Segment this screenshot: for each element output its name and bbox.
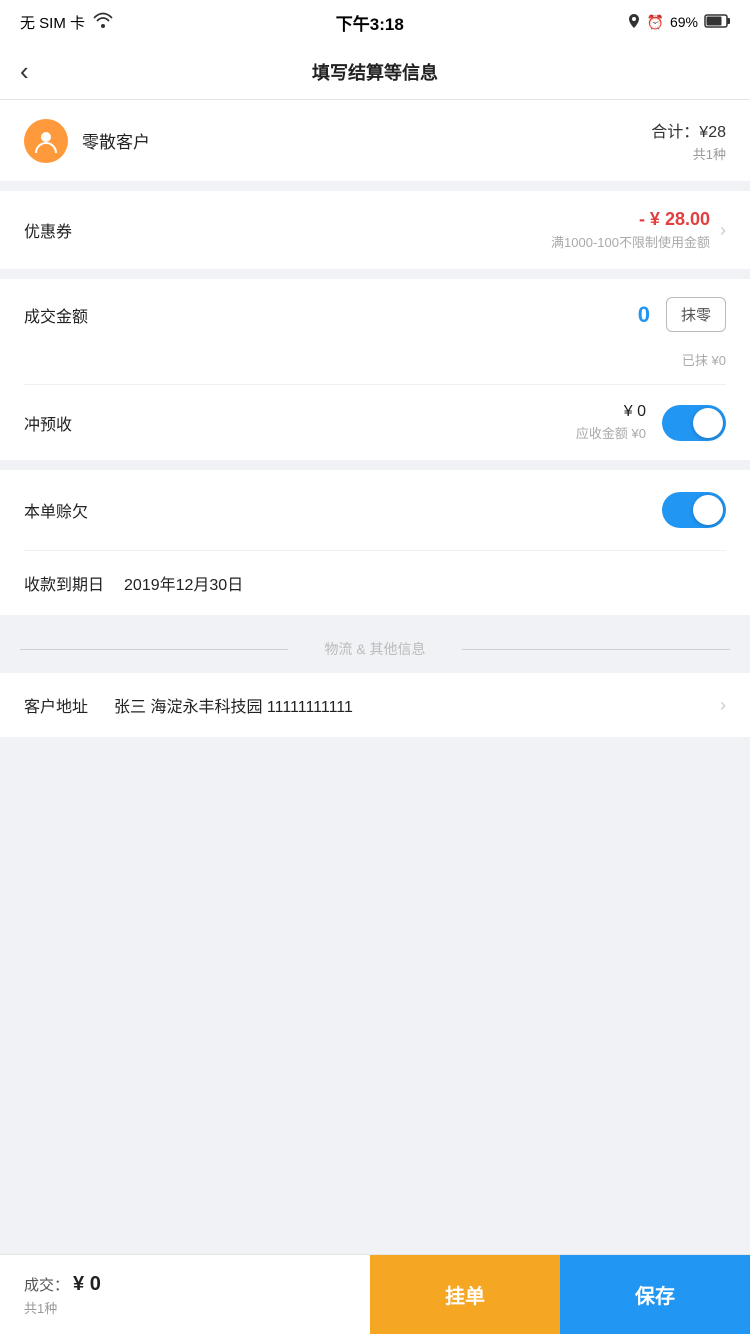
alarm-icon: ⏰	[647, 14, 664, 31]
prepay-values: ¥ 0 应收金额 ¥0	[576, 403, 646, 442]
logistics-divider: 物流 & 其他信息	[0, 625, 750, 673]
status-bar: 无 SIM 卡 下午3:18 ⏰ 69%	[0, 0, 750, 44]
transaction-right: 0 抹零	[638, 297, 726, 332]
transaction-label: 成交金额	[24, 303, 104, 327]
customer-row: 零散客户 合计：¥28 共1种	[0, 100, 750, 181]
battery-label: 69%	[670, 14, 698, 30]
coupon-info: - ¥ 28.00 满1000-100不限制使用金额	[551, 209, 710, 251]
bottom-bar: 成交： ¥ 0 共1种 挂单 保存	[0, 1254, 750, 1334]
arrearage-label: 本单赊欠	[24, 498, 88, 522]
transaction-row: 成交金额 0 抹零	[0, 279, 750, 350]
hang-button[interactable]: 挂单	[370, 1255, 560, 1334]
arrearage-toggle[interactable]	[662, 492, 726, 528]
prepay-value: ¥ 0	[576, 403, 646, 421]
customer-left: 零散客户	[24, 119, 150, 163]
toggle-knob	[693, 408, 723, 438]
prepay-toggle[interactable]	[662, 405, 726, 441]
coupon-right: - ¥ 28.00 满1000-100不限制使用金额 ›	[551, 209, 726, 251]
duedate-row: 收款到期日 2019年12月30日	[0, 551, 750, 615]
prepay-right: ¥ 0 应收金额 ¥0	[576, 403, 726, 442]
logistics-label: 物流 & 其他信息	[324, 639, 425, 659]
address-value: 张三 海淀永丰科技园 11111111111	[114, 693, 716, 717]
hang-label: 挂单	[445, 1280, 485, 1309]
divider-line-left	[20, 649, 288, 650]
address-row[interactable]: 客户地址 张三 海淀永丰科技园 11111111111 ›	[0, 673, 750, 737]
customer-right: 合计：¥28 共1种	[651, 118, 726, 163]
status-time: 下午3:18	[336, 10, 404, 35]
transaction-amount: 0	[638, 302, 650, 328]
transaction-card: 成交金额 0 抹零 已抹 ¥0 冲预收 ¥ 0 应收金额 ¥0	[0, 279, 750, 460]
bottom-info: 成交： ¥ 0 共1种	[0, 1273, 370, 1317]
arrearage-toggle-knob	[693, 495, 723, 525]
nav-bar: ‹ 填写结算等信息	[0, 44, 750, 100]
customer-count: 共1种	[651, 144, 726, 163]
prepay-sub: 应收金额 ¥0	[576, 423, 646, 442]
location-icon	[627, 13, 641, 32]
coupon-row[interactable]: 优惠券 - ¥ 28.00 满1000-100不限制使用金额 ›	[0, 191, 750, 269]
address-chevron-icon: ›	[720, 695, 726, 716]
arrearage-card: 本单赊欠 收款到期日 2019年12月30日	[0, 470, 750, 615]
status-right: ⏰ 69%	[627, 13, 730, 32]
content: 零散客户 合计：¥28 共1种 优惠券 - ¥ 28.00 满1000-100不…	[0, 100, 750, 847]
duedate-value: 2019年12月30日	[124, 571, 243, 595]
nav-title: 填写结算等信息	[312, 59, 438, 85]
back-button[interactable]: ‹	[20, 56, 29, 87]
address-card[interactable]: 客户地址 张三 海淀永丰科技园 11111111111 ›	[0, 673, 750, 737]
duedate-label: 收款到期日	[24, 571, 104, 595]
bottom-count: 共1种	[24, 1298, 346, 1317]
address-label: 客户地址	[24, 693, 94, 717]
customer-name: 零散客户	[82, 128, 150, 153]
chevron-right-icon: ›	[720, 220, 726, 241]
divider-line-right	[462, 649, 730, 650]
coupon-label: 优惠券	[24, 218, 72, 242]
customer-card: 零散客户 合计：¥28 共1种	[0, 100, 750, 181]
battery-icon	[704, 14, 730, 31]
prepay-label: 冲预收	[24, 411, 104, 435]
save-button[interactable]: 保存	[560, 1255, 750, 1334]
bottom-spacer	[0, 747, 750, 847]
prepay-row: 冲预收 ¥ 0 应收金额 ¥0	[0, 385, 750, 460]
coupon-amount: - ¥ 28.00	[551, 209, 710, 230]
status-left: 无 SIM 卡	[20, 12, 113, 33]
round-zero-button[interactable]: 抹零	[666, 297, 726, 332]
coupon-card[interactable]: 优惠券 - ¥ 28.00 满1000-100不限制使用金额 ›	[0, 191, 750, 269]
no-sim-label: 无 SIM 卡	[20, 12, 85, 33]
arrearage-row: 本单赊欠	[0, 470, 750, 550]
transaction-sub: 已抹 ¥0	[0, 350, 750, 384]
customer-total: 合计：¥28	[651, 118, 726, 142]
bottom-amount: ¥ 0	[73, 1273, 101, 1296]
transaction-sub-label: 已抹 ¥0	[682, 353, 726, 368]
save-label: 保存	[635, 1280, 675, 1309]
customer-avatar	[24, 119, 68, 163]
coupon-desc: 满1000-100不限制使用金额	[551, 232, 710, 251]
wifi-icon	[93, 12, 113, 32]
bottom-deal-label: 成交：	[24, 1274, 69, 1295]
